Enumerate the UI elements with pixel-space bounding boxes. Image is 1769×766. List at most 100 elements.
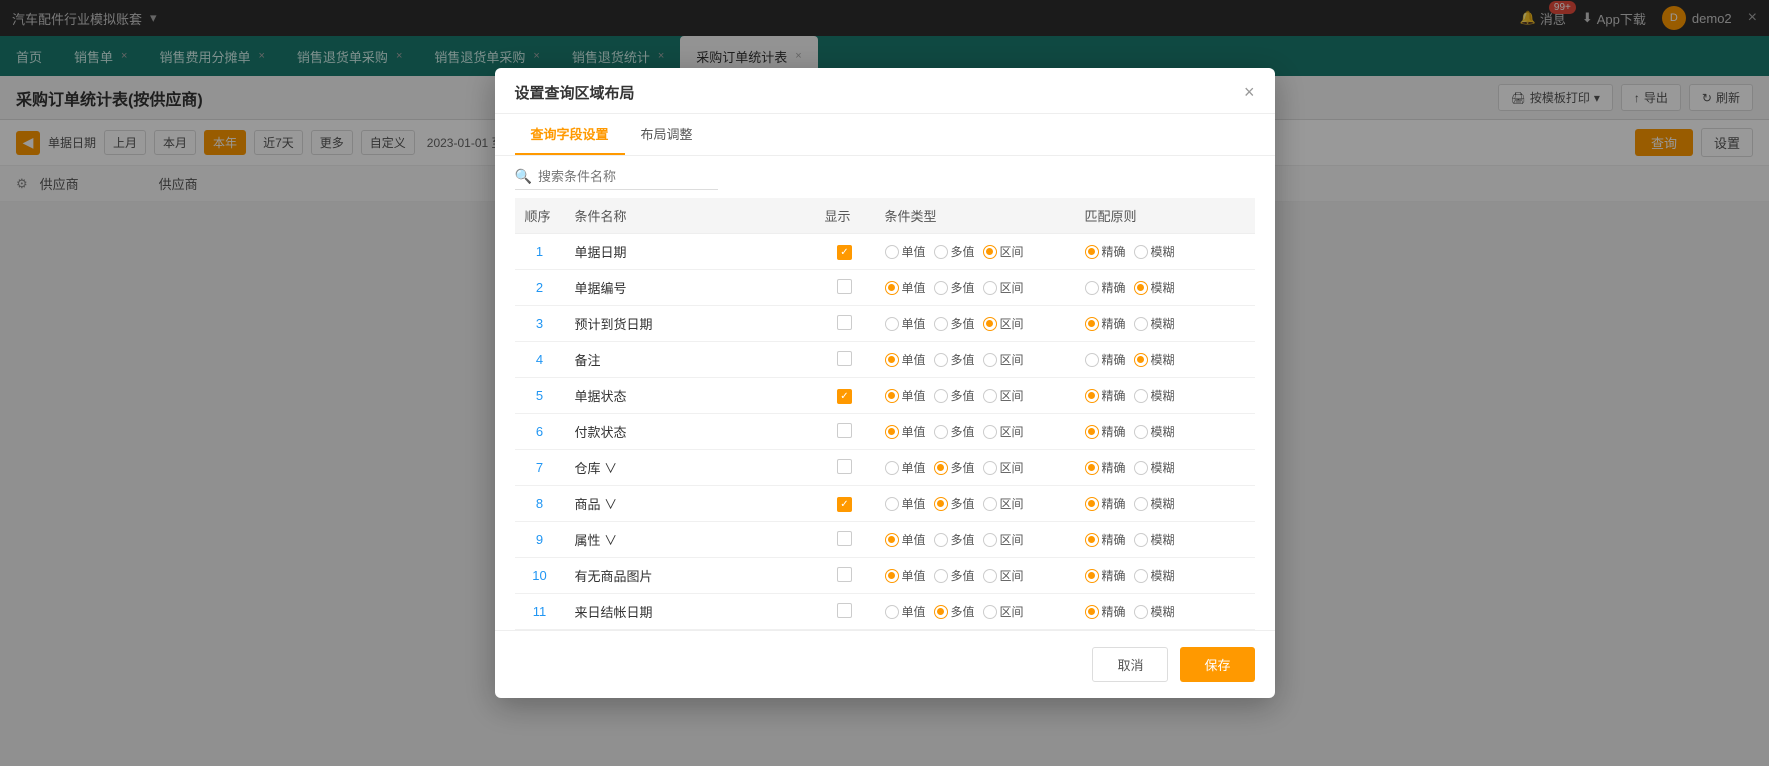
- type-radio-single[interactable]: 单值: [885, 351, 926, 368]
- cancel-button[interactable]: 取消: [1092, 647, 1168, 682]
- cell-display[interactable]: [815, 594, 875, 630]
- match-radio-exact[interactable]: 精确: [1085, 315, 1126, 332]
- cell-order: 8: [515, 486, 565, 522]
- type-radio-range[interactable]: 区间: [983, 243, 1024, 260]
- radio-circle-single: [885, 605, 899, 619]
- type-radio-range[interactable]: 区间: [983, 495, 1024, 512]
- modal-tab-field-settings[interactable]: 查询字段设置: [515, 114, 625, 155]
- cell-display[interactable]: [815, 306, 875, 342]
- match-radio-fuzzy[interactable]: 模糊: [1134, 531, 1175, 548]
- save-button[interactable]: 保存: [1180, 647, 1254, 682]
- match-radio-exact[interactable]: 精确: [1085, 459, 1126, 476]
- modal-close-button[interactable]: ×: [1244, 82, 1255, 103]
- type-radio-single[interactable]: 单值: [885, 279, 926, 296]
- match-radio-exact[interactable]: 精确: [1085, 423, 1126, 440]
- type-radio-single[interactable]: 单值: [885, 567, 926, 584]
- modal-table-body: 1单据日期单值多值区间精确模糊2单据编号单值多值区间精确模糊3预计到货日期单值多…: [515, 234, 1255, 630]
- match-radio-fuzzy[interactable]: 模糊: [1134, 351, 1175, 368]
- cell-type: 单值多值区间: [875, 270, 1075, 306]
- type-radio-single[interactable]: 单值: [885, 531, 926, 548]
- match-radio-fuzzy[interactable]: 模糊: [1134, 243, 1175, 260]
- cell-display[interactable]: [815, 342, 875, 378]
- type-radio-range[interactable]: 区间: [983, 279, 1024, 296]
- match-radio-fuzzy[interactable]: 模糊: [1134, 603, 1175, 620]
- type-radio-multi[interactable]: 多值: [934, 423, 975, 440]
- cell-display[interactable]: [815, 558, 875, 594]
- type-radio-single[interactable]: 单值: [885, 459, 926, 476]
- type-radio-multi[interactable]: 多值: [934, 603, 975, 620]
- type-radio-multi[interactable]: 多值: [934, 531, 975, 548]
- cell-display[interactable]: [815, 522, 875, 558]
- cell-name: 单据状态: [565, 378, 815, 414]
- match-radio-fuzzy[interactable]: 模糊: [1134, 279, 1175, 296]
- display-checkbox[interactable]: [837, 459, 852, 474]
- display-checkbox[interactable]: [837, 389, 852, 404]
- cell-name: 单据编号: [565, 270, 815, 306]
- match-radio-exact[interactable]: 精确: [1085, 603, 1126, 620]
- type-radio-single[interactable]: 单值: [885, 387, 926, 404]
- type-radio-multi[interactable]: 多值: [934, 315, 975, 332]
- radio-circle-range: [983, 497, 997, 511]
- type-radio-single[interactable]: 单值: [885, 423, 926, 440]
- match-label-fuzzy: 模糊: [1151, 315, 1175, 332]
- cell-match: 精确模糊: [1075, 378, 1255, 414]
- type-radio-range[interactable]: 区间: [983, 567, 1024, 584]
- type-radio-multi[interactable]: 多值: [934, 387, 975, 404]
- match-radio-exact[interactable]: 精确: [1085, 279, 1126, 296]
- display-checkbox[interactable]: [837, 497, 852, 512]
- match-radio-exact[interactable]: 精确: [1085, 243, 1126, 260]
- match-radio-exact[interactable]: 精确: [1085, 351, 1126, 368]
- match-radio-fuzzy[interactable]: 模糊: [1134, 387, 1175, 404]
- type-radio-range[interactable]: 区间: [983, 387, 1024, 404]
- type-radio-multi[interactable]: 多值: [934, 459, 975, 476]
- type-radio-range[interactable]: 区间: [983, 351, 1024, 368]
- match-radio-exact[interactable]: 精确: [1085, 567, 1126, 584]
- display-checkbox[interactable]: [837, 279, 852, 294]
- type-radio-multi[interactable]: 多值: [934, 495, 975, 512]
- th-order: 顺序: [515, 198, 565, 234]
- cell-display[interactable]: [815, 378, 875, 414]
- type-radio-multi[interactable]: 多值: [934, 351, 975, 368]
- search-input[interactable]: [538, 169, 718, 184]
- type-radio-range[interactable]: 区间: [983, 423, 1024, 440]
- modal-tab-layout[interactable]: 布局调整: [625, 114, 709, 155]
- match-radio-fuzzy[interactable]: 模糊: [1134, 315, 1175, 332]
- type-radio-multi[interactable]: 多值: [934, 279, 975, 296]
- display-checkbox[interactable]: [837, 245, 852, 260]
- type-radio-multi[interactable]: 多值: [934, 567, 975, 584]
- match-radio-exact[interactable]: 精确: [1085, 495, 1126, 512]
- match-radio-fuzzy[interactable]: 模糊: [1134, 459, 1175, 476]
- match-label-exact: 精确: [1102, 531, 1126, 548]
- match-radio-fuzzy[interactable]: 模糊: [1134, 495, 1175, 512]
- type-radio-range[interactable]: 区间: [983, 459, 1024, 476]
- cell-display[interactable]: [815, 486, 875, 522]
- display-checkbox[interactable]: [837, 531, 852, 546]
- display-checkbox[interactable]: [837, 351, 852, 366]
- type-radio-multi[interactable]: 多值: [934, 243, 975, 260]
- display-checkbox[interactable]: [837, 603, 852, 618]
- match-radio-exact[interactable]: 精确: [1085, 387, 1126, 404]
- type-radio-range[interactable]: 区间: [983, 603, 1024, 620]
- match-circle-fuzzy: [1134, 497, 1148, 511]
- type-radio-single[interactable]: 单值: [885, 603, 926, 620]
- match-radio-exact[interactable]: 精确: [1085, 531, 1126, 548]
- table-row: 4备注单值多值区间精确模糊: [515, 342, 1255, 378]
- type-radio-single[interactable]: 单值: [885, 315, 926, 332]
- display-checkbox[interactable]: [837, 567, 852, 582]
- cell-display[interactable]: [815, 414, 875, 450]
- display-checkbox[interactable]: [837, 423, 852, 438]
- cell-display[interactable]: [815, 450, 875, 486]
- match-radio-fuzzy[interactable]: 模糊: [1134, 423, 1175, 440]
- cell-display[interactable]: [815, 234, 875, 270]
- display-checkbox[interactable]: [837, 315, 852, 330]
- type-radio-range[interactable]: 区间: [983, 531, 1024, 548]
- match-label-exact: 精确: [1102, 387, 1126, 404]
- type-radio-single[interactable]: 单值: [885, 243, 926, 260]
- type-radio-single[interactable]: 单值: [885, 495, 926, 512]
- type-radio-range[interactable]: 区间: [983, 315, 1024, 332]
- type-radio-group: 单值多值区间: [885, 279, 1065, 296]
- match-radio-fuzzy[interactable]: 模糊: [1134, 567, 1175, 584]
- radio-circle-range: [983, 281, 997, 295]
- radio-circle-range: [983, 245, 997, 259]
- cell-display[interactable]: [815, 270, 875, 306]
